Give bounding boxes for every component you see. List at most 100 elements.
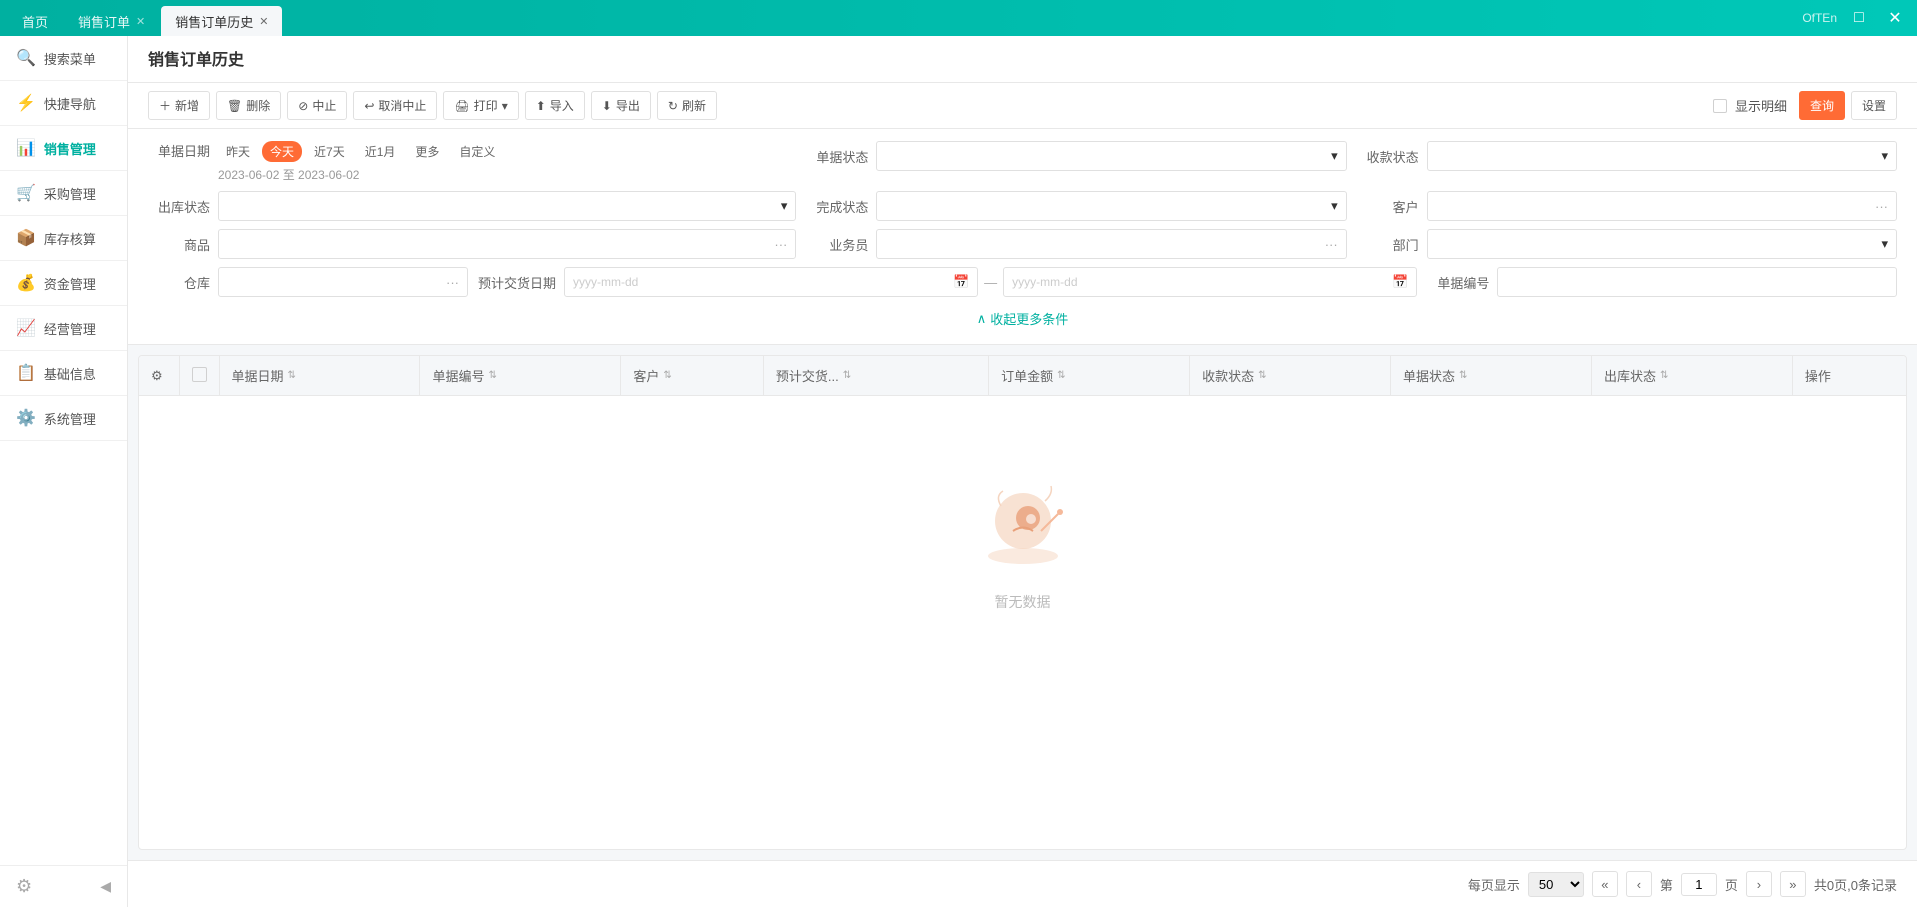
select-all-checkbox[interactable] [192,367,207,382]
tab-home[interactable]: 首页 [8,6,62,36]
sidebar-item-inventory[interactable]: 📦 库存核算 [0,216,127,261]
sidebar-item-inventory-label: 库存核算 [44,229,96,248]
sidebar-collapse-icon[interactable]: ◀ [100,878,111,895]
date-tag-today[interactable]: 今天 [262,141,302,162]
table-settings-icon[interactable]: ⚙ [151,368,163,383]
quick-nav-icon: ⚡ [16,93,36,113]
filter-group-date: 单据日期 昨天 今天 近7天 近1月 更多 自定义 2023-06-02 至 2… [148,141,796,183]
cancel-stop-button[interactable]: ↩ 取消中止 [353,91,437,120]
tab-sales-order-history-close[interactable]: ✕ [259,15,268,28]
sidebar-item-purchase[interactable]: 🛒 采购管理 [0,171,127,216]
finance-icon: 💰 [16,273,36,293]
table-container: ⚙ 单据日期 ⇅ 单据编号 [138,355,1907,850]
out-status-select[interactable]: ▾ [218,191,796,221]
new-label: 新增 [175,97,199,114]
delete-button[interactable]: 🗑 删除 [216,91,281,120]
new-button[interactable]: ＋ 新增 [148,91,210,120]
date-tag-7days[interactable]: 近7天 [306,141,353,162]
filter-group-warehouse: 仓库 ··· [148,267,468,297]
sidebar-item-operations[interactable]: 📈 经营管理 [0,306,127,351]
stop-label: 中止 [312,97,336,114]
window-close[interactable]: ✕ [1881,4,1909,32]
expected-date-start-input[interactable]: yyyy-mm-dd 📅 [564,267,978,297]
filter-row-3: 商品 ··· 业务员 ··· 部门 ▾ [148,229,1897,259]
expected-date-end-input[interactable]: yyyy-mm-dd 📅 [1003,267,1417,297]
department-select[interactable]: ▾ [1427,229,1897,259]
prev-page-button[interactable]: ‹ [1626,871,1652,897]
last-page-button[interactable]: » [1780,871,1806,897]
payment-status-label: 收款状态 [1357,147,1427,166]
salesperson-input[interactable]: ··· [876,229,1346,259]
sort-icon-customer: ⇅ [663,370,671,381]
customer-input[interactable]: ··· [1427,191,1897,221]
first-page-button[interactable]: « [1592,871,1618,897]
sidebar-item-system[interactable]: ⚙️ 系统管理 [0,396,127,441]
tab-sales-order-close[interactable]: ✕ [136,15,145,28]
display-cols-checkbox[interactable] [1713,99,1727,113]
complete-status-arrow: ▾ [1331,198,1338,214]
th-operations: 操作 [1792,356,1906,396]
date-tag-1month[interactable]: 近1月 [357,141,404,162]
sidebar-settings-icon[interactable]: ⚙ [16,876,32,897]
sidebar-item-finance[interactable]: 💰 资金管理 [0,261,127,306]
page-size-select[interactable]: 10 20 50 100 [1528,872,1584,897]
page-number-input[interactable] [1681,873,1717,896]
th-expected-delivery[interactable]: 预计交货... ⇅ [763,356,988,396]
th-payment-status[interactable]: 收款状态 ⇅ [1190,356,1391,396]
th-customer-label: 客户 [633,366,659,385]
product-input[interactable]: ··· [218,229,796,259]
th-checkbox[interactable] [179,356,219,396]
tab-sales-order-history-label: 销售订单历史 [175,12,253,31]
bill-number-label: 单据编号 [1427,273,1497,292]
collapse-conditions-btn[interactable]: ∧ 收起更多条件 [977,305,1069,332]
empty-state-cell: 暂无数据 [139,396,1906,693]
settings-button[interactable]: 设置 [1851,91,1897,120]
export-button[interactable]: ⬇ 导出 [591,91,651,120]
sidebar-item-sales[interactable]: 📊 销售管理 [0,126,127,171]
sidebar-item-quick-nav[interactable]: ⚡ 快捷导航 [0,81,127,126]
th-bill-status[interactable]: 单据状态 ⇅ [1391,356,1592,396]
print-button[interactable]: 🖨 打印 ▾ [443,91,518,120]
filter-group-salesperson: 业务员 ··· [806,229,1346,259]
date-tag-yesterday[interactable]: 昨天 [218,141,258,162]
sort-icon-delivery: ⇅ [843,370,851,381]
stop-button[interactable]: ⊘ 中止 [287,91,347,120]
customer-label: 客户 [1357,197,1427,216]
complete-status-select[interactable]: ▾ [876,191,1346,221]
new-icon: ＋ [159,97,171,114]
department-label: 部门 [1357,235,1427,254]
tab-sales-order-history[interactable]: 销售订单历史 ✕ [161,6,282,36]
next-page-button[interactable]: › [1746,871,1772,897]
delete-label: 删除 [246,97,270,114]
refresh-button[interactable]: ↻ 刷新 [657,91,717,120]
window-restore[interactable]: □ [1845,4,1873,32]
th-out-status[interactable]: 出库状态 ⇅ [1591,356,1792,396]
sidebar-item-quick-nav-label: 快捷导航 [44,94,96,113]
sidebar-bottom: ⚙ ◀ [0,865,127,907]
th-customer[interactable]: 客户 ⇅ [621,356,764,396]
date-tag-more[interactable]: 更多 [407,141,447,162]
th-settings[interactable]: ⚙ [139,356,179,396]
warehouse-input[interactable]: ··· [218,267,468,297]
import-button[interactable]: ⬆ 导入 [525,91,585,120]
query-button[interactable]: 查询 [1799,91,1845,120]
system-icon: ⚙️ [16,408,36,428]
complete-status-label: 完成状态 [806,197,876,216]
sidebar-item-search[interactable]: 🔍 搜索菜单 [0,36,127,81]
tab-sales-order[interactable]: 销售订单 ✕ [64,6,159,36]
date-tag-custom[interactable]: 自定义 [451,141,503,162]
bill-number-input[interactable] [1497,267,1897,297]
th-bill-date[interactable]: 单据日期 ⇅ [219,356,420,396]
purchase-icon: 🛒 [16,183,36,203]
th-bill-number[interactable]: 单据编号 ⇅ [420,356,621,396]
filter-row-2: 出库状态 ▾ 完成状态 ▾ 客户 ··· [148,191,1897,221]
display-cols-toggle[interactable]: 显示明细 [1713,96,1787,115]
import-icon: ⬆ [536,99,546,113]
th-order-amount[interactable]: 订单金额 ⇅ [989,356,1190,396]
sidebar-item-basic-info[interactable]: 📋 基础信息 [0,351,127,396]
tabs-bar: 首页 销售订单 ✕ 销售订单历史 ✕ OfTEn □ ✕ [0,0,1917,36]
filter-group-payment-status: 收款状态 ▾ [1357,141,1897,171]
expected-date-end-placeholder: yyyy-mm-dd [1012,275,1077,289]
bill-status-select[interactable]: ▾ [876,141,1346,171]
payment-status-select[interactable]: ▾ [1427,141,1897,171]
